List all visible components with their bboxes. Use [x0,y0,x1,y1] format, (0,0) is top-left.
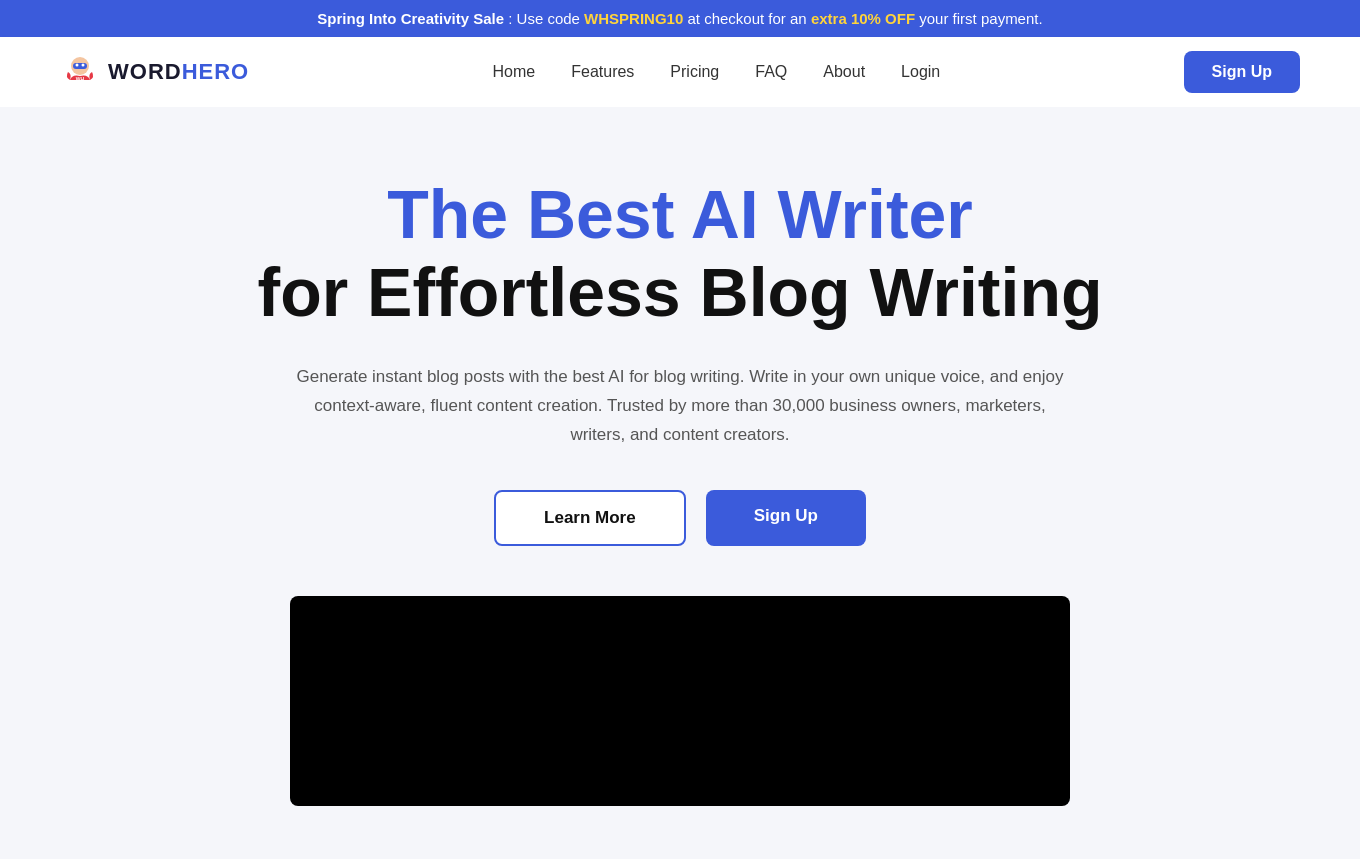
banner-end-text: your first payment. [919,10,1042,27]
banner-discount-text: extra 10% OFF [811,10,915,27]
hero-cta-buttons: Learn More Sign Up [40,490,1320,546]
logo-mascot-icon: WH [60,52,100,92]
nav-item-home[interactable]: Home [493,63,536,81]
svg-point-2 [76,64,79,67]
banner-middle-text: : Use code [508,10,584,27]
nav-item-features[interactable]: Features [571,63,634,81]
navbar: WH WORDHERO Home Features Pricing FAQ Ab… [0,37,1360,107]
hero-title-line1: The Best AI Writer [40,177,1320,252]
nav-link-faq[interactable]: FAQ [755,63,787,80]
hero-description: Generate instant blog posts with the bes… [290,363,1070,450]
nav-link-home[interactable]: Home [493,63,536,80]
hero-video [290,596,1070,806]
hero-title: The Best AI Writer for Effortless Blog W… [40,177,1320,333]
announcement-banner: Spring Into Creativity Sale : Use code W… [0,0,1360,37]
nav-link-login[interactable]: Login [901,63,940,80]
nav-link-about[interactable]: About [823,63,865,80]
logo-hero: HERO [182,59,250,84]
logo-link[interactable]: WH WORDHERO [60,52,249,92]
learn-more-button[interactable]: Learn More [494,490,686,546]
nav-link-features[interactable]: Features [571,63,634,80]
nav-item-pricing[interactable]: Pricing [670,63,719,81]
nav-item-about[interactable]: About [823,63,865,81]
svg-rect-1 [73,63,87,69]
banner-suffix-text: at checkout for an [687,10,810,27]
svg-point-3 [82,64,85,67]
hero-section: The Best AI Writer for Effortless Blog W… [0,107,1360,856]
nav-signup-button[interactable]: Sign Up [1184,51,1300,93]
nav-link-pricing[interactable]: Pricing [670,63,719,80]
hero-signup-button[interactable]: Sign Up [706,490,866,546]
banner-promo-code: WHSPRING10 [584,10,683,27]
hero-title-line2: for Effortless Blog Writing [40,252,1320,334]
logo-text: WORDHERO [108,59,249,85]
nav-item-faq[interactable]: FAQ [755,63,787,81]
nav-item-login[interactable]: Login [901,63,940,81]
banner-sale-text: Spring Into Creativity Sale [317,10,504,27]
logo-word: WORD [108,59,182,84]
svg-text:WH: WH [76,76,85,82]
nav-links: Home Features Pricing FAQ About Login [493,63,941,81]
